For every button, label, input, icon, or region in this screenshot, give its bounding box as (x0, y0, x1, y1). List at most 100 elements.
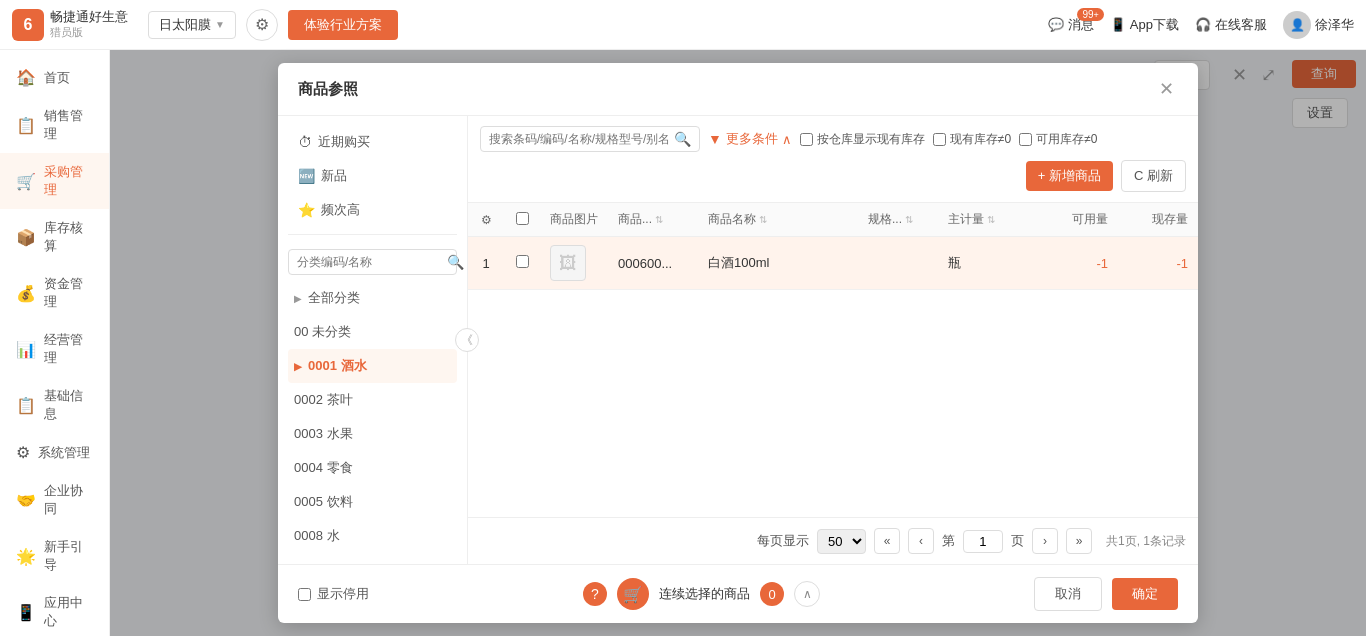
col-unit-header[interactable]: 主计量 (938, 203, 1018, 237)
category-search-input[interactable] (297, 255, 447, 269)
operations-icon: 📊 (16, 340, 36, 359)
sidebar-item-guide[interactable]: 🌟 新手引导 (0, 528, 109, 584)
service-item[interactable]: 🎧 在线客服 (1195, 16, 1267, 34)
store-name: 日太阳膜 (159, 16, 211, 34)
system-icon: ⚙ (16, 443, 30, 462)
topbar-right: 💬 消息 99+ 📱 App下载 🎧 在线客服 👤 徐泽华 (1048, 11, 1354, 39)
category-0001[interactable]: ▶ 0001 酒水 (288, 349, 457, 383)
category-search-icon[interactable]: 🔍 (447, 254, 464, 270)
category-0004-label: 0004 零食 (294, 459, 353, 477)
col-code-header[interactable]: 商品... (608, 203, 698, 237)
help-icon[interactable]: ? (583, 582, 607, 606)
topbar: 6 畅捷通好生意 猎员版 日太阳膜 ▼ ⚙ 体验行业方案 💬 消息 99+ 📱 … (0, 0, 1366, 50)
show-disabled-label[interactable]: 显示停用 (298, 585, 369, 603)
store-arrow-icon: ▼ (215, 19, 225, 30)
page-info: 共1页, 1条记录 (1106, 533, 1186, 550)
filter-label: 更多条件 (726, 130, 778, 148)
filter-icon: ▼ (708, 131, 722, 147)
tab-frequent[interactable]: ⭐ 频次高 (288, 194, 457, 226)
add-product-button[interactable]: + 新增商品 (1026, 161, 1113, 191)
first-page-button[interactable]: « (874, 528, 900, 554)
more-filter-button[interactable]: ▼ 更多条件 ∧ (708, 130, 792, 148)
sidebar-label-sales: 销售管理 (44, 107, 93, 143)
last-page-button[interactable]: » (1066, 528, 1092, 554)
message-badge: 99+ (1077, 8, 1103, 21)
row-checkbox[interactable] (516, 255, 529, 268)
checkbox-warehouse-stock-input[interactable] (800, 133, 813, 146)
messages-item[interactable]: 💬 消息 99+ (1048, 16, 1094, 34)
footer-center: ? 🛒 连续选择的商品 0 ∧ (583, 578, 820, 610)
table-row[interactable]: 1 🖼 000600... 白酒100ml (468, 237, 1198, 290)
logo-text: 畅捷通好生意 (50, 9, 128, 26)
checkbox-warehouse-stock[interactable]: 按仓库显示现有库存 (800, 131, 925, 148)
category-0002-label: 0002 茶叶 (294, 391, 353, 409)
triangle-icon: ▶ (294, 361, 302, 372)
checkbox-available-label: 可用库存≠0 (1036, 131, 1097, 148)
page-number-input[interactable] (963, 530, 1003, 553)
toolbar: 🔍 ▼ 更多条件 ∧ 按仓库显示现有库存 (468, 116, 1198, 203)
sidebar-item-system[interactable]: ⚙ 系统管理 (0, 433, 109, 472)
select-all-checkbox[interactable] (516, 212, 529, 225)
category-0010[interactable]: 0010 家电 (288, 553, 457, 554)
tab-new-products[interactable]: 🆕 新品 (288, 160, 457, 192)
try-solution-button[interactable]: 体验行业方案 (288, 10, 398, 40)
category-0003[interactable]: 0003 水果 (288, 417, 457, 451)
sidebar-item-operations[interactable]: 📊 经营管理 (0, 321, 109, 377)
divider (288, 234, 457, 235)
user-item[interactable]: 👤 徐泽华 (1283, 11, 1354, 39)
new-icon: 🆕 (298, 168, 315, 184)
sidebar-item-purchase[interactable]: 🛒 采购管理 (0, 153, 109, 209)
checkbox-available-stock[interactable]: 可用库存≠0 (1019, 131, 1097, 148)
col-spec-header[interactable]: 规格... (858, 203, 938, 237)
refresh-button[interactable]: C 刷新 (1121, 160, 1186, 192)
col-name-header[interactable]: 商品名称 (698, 203, 858, 237)
category-0008[interactable]: 0008 水 (288, 519, 457, 553)
sidebar-label-finance: 资金管理 (44, 275, 93, 311)
checkbox-available-stock-input[interactable] (1019, 133, 1032, 146)
mobile-icon: 📱 (1110, 17, 1126, 32)
store-selector[interactable]: 日太阳膜 ▼ (148, 11, 236, 39)
product-search-icon[interactable]: 🔍 (674, 131, 691, 147)
left-panel: ⏱ 近期购买 🆕 新品 ⭐ 频次高 (278, 116, 468, 564)
col-settings[interactable]: ⚙ (468, 203, 504, 237)
modal-overlay: 商品参照 ✕ ⏱ 近期购买 🆕 (110, 50, 1366, 636)
row-image: 🖼 (540, 237, 608, 290)
sidebar-item-inventory[interactable]: 📦 库存核算 (0, 209, 109, 265)
page-word2: 页 (1011, 532, 1024, 550)
sidebar-item-apps[interactable]: 📱 应用中心 (0, 584, 109, 636)
category-0002[interactable]: 0002 茶叶 (288, 383, 457, 417)
cart-icon[interactable]: 🛒 (617, 578, 649, 610)
category-all[interactable]: ▶ 全部分类 (288, 281, 457, 315)
checkbox-current-stock[interactable]: 现有库存≠0 (933, 131, 1011, 148)
sidebar-item-finance[interactable]: 💰 资金管理 (0, 265, 109, 321)
category-00[interactable]: 00 未分类 (288, 315, 457, 349)
confirm-button[interactable]: 确定 (1112, 578, 1178, 610)
settings-icon[interactable]: ⚙ (246, 9, 278, 41)
row-checkbox-cell[interactable] (504, 237, 540, 290)
app-download-item[interactable]: 📱 App下载 (1110, 16, 1179, 34)
show-disabled-text: 显示停用 (317, 585, 369, 603)
sidebar-item-home[interactable]: 🏠 首页 (0, 58, 109, 97)
main-layout: 🏠 首页 📋 销售管理 🛒 采购管理 📦 库存核算 💰 资金管理 📊 经营管理 … (0, 50, 1366, 636)
page-size-select[interactable]: 50 (817, 529, 866, 554)
modal-footer: 显示停用 ? 🛒 连续选择的商品 0 ∧ 取消 确定 (278, 564, 1198, 623)
category-0005[interactable]: 0005 饮料 (288, 485, 457, 519)
toolbar-right: + 新增商品 C 刷新 (1026, 160, 1186, 192)
collapse-panel-button[interactable]: 《 (455, 328, 479, 352)
prev-page-button[interactable]: ‹ (908, 528, 934, 554)
sidebar-label-system: 系统管理 (38, 444, 90, 462)
apps-icon: 📱 (16, 603, 36, 622)
cancel-button[interactable]: 取消 (1034, 577, 1102, 611)
product-search-input[interactable] (489, 132, 674, 146)
modal-close-button[interactable]: ✕ (1154, 77, 1178, 101)
sidebar-item-sales[interactable]: 📋 销售管理 (0, 97, 109, 153)
next-page-button[interactable]: › (1032, 528, 1058, 554)
sidebar-item-basic[interactable]: 📋 基础信息 (0, 377, 109, 433)
tab-recent-purchase[interactable]: ⏱ 近期购买 (288, 126, 457, 158)
sidebar-item-collab[interactable]: 🤝 企业协同 (0, 472, 109, 528)
checkbox-current-stock-input[interactable] (933, 133, 946, 146)
service-label: 在线客服 (1215, 16, 1267, 34)
collapse-footer-button[interactable]: ∧ (794, 581, 820, 607)
show-disabled-checkbox[interactable] (298, 588, 311, 601)
category-0004[interactable]: 0004 零食 (288, 451, 457, 485)
